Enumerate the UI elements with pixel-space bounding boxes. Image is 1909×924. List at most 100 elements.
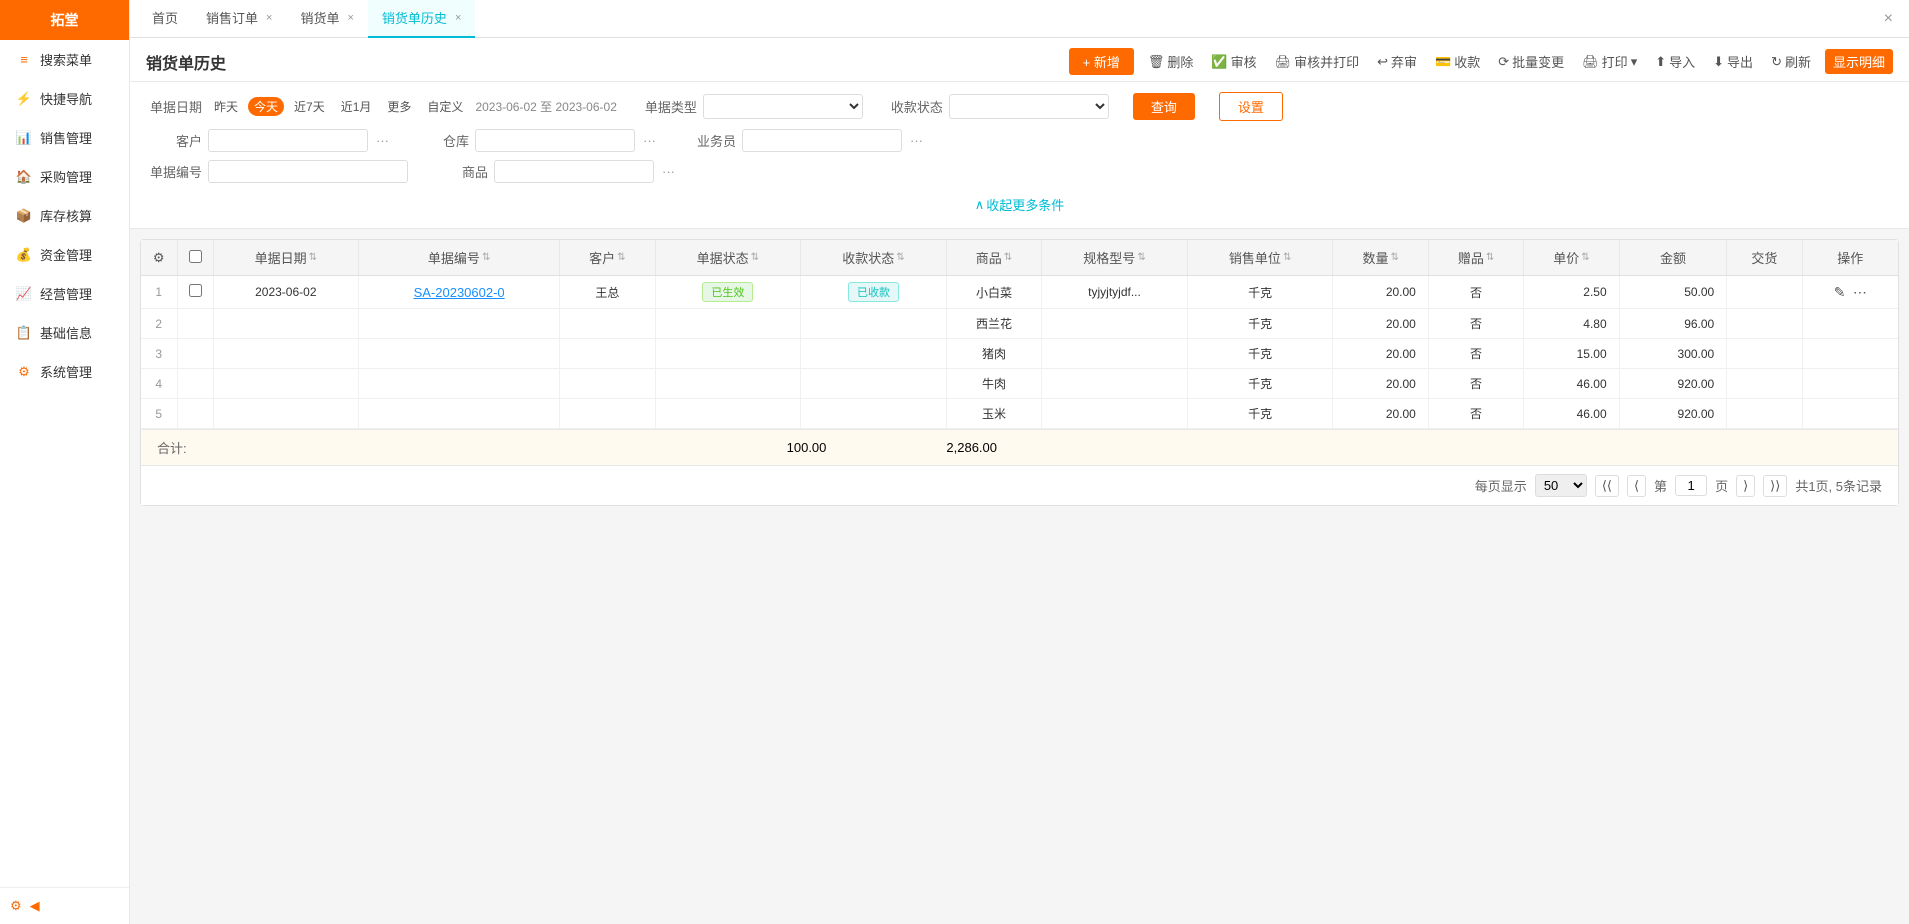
- warehouse-ellipsis-btn[interactable]: ···: [643, 133, 656, 148]
- th-doc-date[interactable]: 单据日期 ⇅: [213, 240, 359, 276]
- tab-sales-goods[interactable]: 销货单 ×: [286, 0, 367, 38]
- row-unit-price-cell: 15.00: [1524, 339, 1619, 369]
- refresh-button[interactable]: ↻ 刷新: [1767, 50, 1815, 73]
- row-doc-date-cell: [213, 399, 359, 429]
- row-checkbox[interactable]: [189, 284, 202, 297]
- row-spec-type-cell: [1042, 339, 1188, 369]
- collapse-label: 收起更多条件: [986, 195, 1064, 214]
- basic-info-icon: 📋: [16, 325, 32, 341]
- row-checkbox-cell[interactable]: [177, 399, 213, 429]
- row-checkbox-cell[interactable]: [177, 276, 213, 309]
- th-unit-price[interactable]: 单价 ⇅: [1524, 240, 1619, 276]
- sidebar-item-finance[interactable]: 💰 资金管理: [0, 235, 129, 274]
- more-action-btn[interactable]: ⋯: [1851, 284, 1869, 300]
- date-tag-today[interactable]: 今天: [248, 97, 284, 116]
- last-page-button[interactable]: ⟩⟩: [1763, 475, 1787, 497]
- show-detail-button[interactable]: 显示明细: [1825, 49, 1893, 74]
- review-button[interactable]: ✅ 审核: [1207, 50, 1260, 73]
- payment-status-select[interactable]: [949, 94, 1109, 119]
- th-customer[interactable]: 客户 ⇅: [560, 240, 655, 276]
- goods-input[interactable]: [494, 160, 654, 183]
- per-page-select[interactable]: 50 100: [1535, 474, 1587, 497]
- row-action-cell: [1802, 339, 1898, 369]
- sidebar-item-sales-mgmt[interactable]: 📊 销售管理: [0, 118, 129, 157]
- row-transaction-cell: [1727, 399, 1802, 429]
- edit-action-btn[interactable]: ✎: [1832, 284, 1848, 300]
- print-button[interactable]: 🖨 打印 ▾: [1578, 50, 1641, 73]
- sidebar-item-operations[interactable]: 📈 经营管理: [0, 274, 129, 313]
- th-goods[interactable]: 商品 ⇅: [946, 240, 1041, 276]
- doc-date-label: 单据日期: [146, 97, 202, 116]
- date-tag-more[interactable]: 更多: [381, 97, 417, 116]
- sidebar-item-quick-nav[interactable]: ⚡ 快捷导航: [0, 79, 129, 118]
- date-tag-7days[interactable]: 近7天: [288, 97, 331, 116]
- th-doc-status[interactable]: 单据状态 ⇅: [655, 240, 801, 276]
- sidebar-label-system-mgmt: 系统管理: [40, 362, 92, 381]
- import-button[interactable]: ⬆ 导入: [1651, 50, 1699, 73]
- salesperson-input[interactable]: [742, 129, 902, 152]
- row-checkbox-cell[interactable]: [177, 369, 213, 399]
- filter-doc-no: 单据编号: [146, 160, 408, 183]
- th-transaction[interactable]: 交货: [1727, 240, 1802, 276]
- th-sales-unit[interactable]: 销售单位 ⇅: [1187, 240, 1333, 276]
- batch-change-button[interactable]: ⟳ 批量变更: [1494, 50, 1568, 73]
- page-number-input[interactable]: [1675, 475, 1707, 496]
- sidebar-item-basic-info[interactable]: 📋 基础信息: [0, 313, 129, 352]
- delete-button[interactable]: 🗑 删除: [1144, 50, 1198, 73]
- salesperson-ellipsis-btn[interactable]: ···: [910, 133, 923, 148]
- doc-no-link[interactable]: SA-20230602-0: [414, 285, 505, 300]
- filter-salesperson: 业务员 ···: [680, 129, 923, 152]
- th-qty[interactable]: 数量 ⇅: [1333, 240, 1428, 276]
- sidebar-item-search-menu[interactable]: ≡ 搜索菜单: [0, 40, 129, 79]
- sidebar-item-system-mgmt[interactable]: ⚙ 系统管理: [0, 352, 129, 391]
- review-print-button[interactable]: 🖨 审核并打印: [1271, 50, 1364, 73]
- doc-type-select[interactable]: [703, 94, 863, 119]
- th-gift[interactable]: 赠品 ⇅: [1428, 240, 1523, 276]
- new-button[interactable]: + 新增: [1069, 48, 1134, 75]
- system-mgmt-icon: ⚙: [16, 364, 32, 380]
- row-checkbox-cell[interactable]: [177, 339, 213, 369]
- tab-sales-order[interactable]: 销售订单 ×: [192, 0, 286, 38]
- prev-page-button[interactable]: ⟨: [1627, 475, 1646, 497]
- customer-input[interactable]: [208, 129, 368, 152]
- th-settings[interactable]: ⚙: [141, 240, 177, 276]
- customer-ellipsis-btn[interactable]: ···: [376, 133, 389, 148]
- warehouse-input[interactable]: [475, 129, 635, 152]
- sidebar-collapse-icon[interactable]: ◀: [30, 898, 40, 914]
- settings-button[interactable]: 设置: [1219, 92, 1283, 121]
- doc-no-input[interactable]: [208, 160, 408, 183]
- row-customer-cell: [560, 339, 655, 369]
- th-payment-status[interactable]: 收款状态 ⇅: [801, 240, 947, 276]
- sidebar-item-inventory[interactable]: 📦 库存核算: [0, 196, 129, 235]
- collect-button[interactable]: 💳 收款: [1431, 50, 1484, 73]
- export-button[interactable]: ⬇ 导出: [1709, 50, 1757, 73]
- row-gift-cell: 否: [1428, 309, 1523, 339]
- tab-sales-history-close[interactable]: ×: [455, 12, 461, 24]
- query-button[interactable]: 查询: [1133, 93, 1195, 120]
- th-amount[interactable]: 金额: [1619, 240, 1727, 276]
- th-checkbox[interactable]: [177, 240, 213, 276]
- search-menu-icon: ≡: [16, 52, 32, 68]
- filter-row-2: 客户 ··· 仓库 ··· 业务员 ···: [146, 129, 1893, 152]
- row-checkbox-cell[interactable]: [177, 309, 213, 339]
- date-tag-1month[interactable]: 近1月: [335, 97, 378, 116]
- sidebar-item-purchase-mgmt[interactable]: 🏠 采购管理: [0, 157, 129, 196]
- tab-close-all-button[interactable]: ×: [1876, 10, 1901, 28]
- date-tag-custom[interactable]: 自定义: [421, 97, 469, 116]
- tab-sales-order-close[interactable]: ×: [266, 12, 272, 24]
- date-tag-yesterday[interactable]: 昨天: [208, 97, 244, 116]
- first-page-button[interactable]: ⟨⟨: [1595, 475, 1619, 497]
- sidebar-settings-icon[interactable]: ⚙: [10, 898, 22, 914]
- collapse-button[interactable]: ∧ 收起更多条件: [975, 195, 1065, 214]
- row-num-cell: 4: [141, 369, 177, 399]
- tab-sales-history[interactable]: 销货单历史 ×: [368, 0, 475, 38]
- column-settings-icon[interactable]: ⚙: [153, 250, 165, 265]
- goods-ellipsis-btn[interactable]: ···: [662, 164, 675, 179]
- tab-sales-goods-close[interactable]: ×: [347, 12, 353, 24]
- next-page-button[interactable]: ⟩: [1736, 475, 1755, 497]
- tab-home[interactable]: 首页: [138, 0, 192, 38]
- select-all-checkbox[interactable]: [189, 250, 202, 263]
- th-doc-no[interactable]: 单据编号 ⇅: [359, 240, 560, 276]
- th-spec-type[interactable]: 规格型号 ⇅: [1042, 240, 1188, 276]
- abandon-button[interactable]: ↩ 弃审: [1373, 50, 1421, 73]
